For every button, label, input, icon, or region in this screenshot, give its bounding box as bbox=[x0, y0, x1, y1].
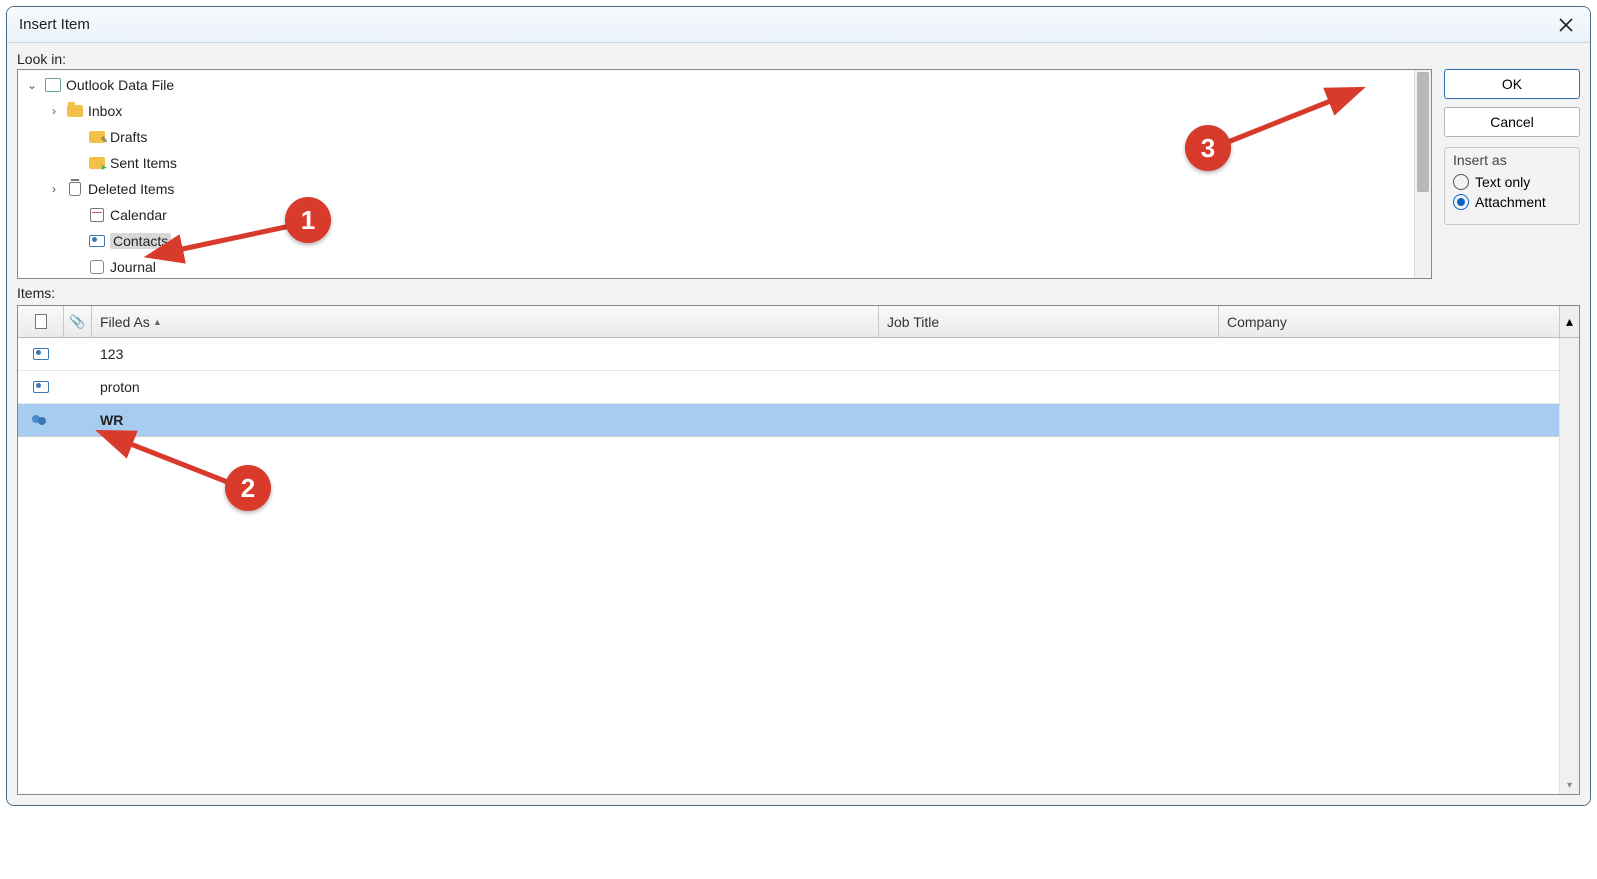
tree-item-calendar[interactable]: Calendar bbox=[18, 202, 1431, 228]
tree-item-label: Inbox bbox=[88, 103, 122, 119]
group-icon bbox=[18, 413, 64, 427]
col-icon[interactable] bbox=[18, 306, 64, 337]
tree-item-journal[interactable]: Journal bbox=[18, 254, 1431, 279]
top-row: ⌄ Outlook Data File › Inbox Drafts bbox=[17, 69, 1580, 279]
scroll-up-icon[interactable]: ▴ bbox=[1559, 306, 1579, 337]
cancel-button[interactable]: Cancel bbox=[1444, 107, 1580, 137]
col-header-label: Filed As bbox=[100, 314, 150, 330]
items-label: Items: bbox=[17, 285, 1580, 301]
cell-filed-as: 123 bbox=[92, 346, 879, 362]
chevron-right-icon[interactable]: › bbox=[46, 182, 62, 196]
dialog-title: Insert Item bbox=[19, 16, 90, 33]
datafile-icon bbox=[44, 76, 62, 94]
look-in-label: Look in: bbox=[17, 51, 1580, 67]
tree-root[interactable]: ⌄ Outlook Data File bbox=[18, 72, 1431, 98]
scroll-down-icon[interactable]: ▾ bbox=[1560, 776, 1579, 794]
col-company[interactable]: Company bbox=[1219, 306, 1559, 337]
chevron-down-icon[interactable]: ⌄ bbox=[24, 78, 40, 92]
sort-asc-icon: ▲ bbox=[153, 317, 162, 327]
annotation-badge-3: 3 bbox=[1185, 125, 1231, 171]
annotation-badge-1: 1 bbox=[285, 197, 331, 243]
page-icon bbox=[35, 314, 47, 329]
grid-row[interactable]: proton bbox=[18, 371, 1579, 404]
tree-scrollbar[interactable] bbox=[1414, 70, 1431, 278]
cell-filed-as: proton bbox=[92, 379, 879, 395]
calendar-icon bbox=[88, 206, 106, 224]
tree-item-label: Drafts bbox=[110, 129, 147, 145]
radio-attachment[interactable]: Attachment bbox=[1453, 194, 1571, 210]
tree-item-inbox[interactable]: › Inbox bbox=[18, 98, 1431, 124]
tree-item-label: Calendar bbox=[110, 207, 167, 223]
folder-icon bbox=[66, 102, 84, 120]
col-header-label: Company bbox=[1227, 314, 1287, 330]
tree-root-label: Outlook Data File bbox=[66, 77, 174, 93]
insert-as-title: Insert as bbox=[1453, 152, 1571, 168]
contact-icon bbox=[18, 348, 64, 360]
journal-icon bbox=[88, 258, 106, 276]
trash-icon bbox=[66, 180, 84, 198]
drafts-icon bbox=[88, 128, 106, 146]
paperclip-icon: 📎 bbox=[69, 314, 85, 330]
radio-icon bbox=[1453, 194, 1469, 210]
contacts-icon bbox=[88, 232, 106, 250]
tree-item-label: Journal bbox=[110, 259, 156, 275]
chevron-right-icon[interactable]: › bbox=[46, 104, 62, 118]
grid-header: 📎 Filed As ▲ Job Title Company ▴ bbox=[18, 306, 1579, 338]
grid-row-selected[interactable]: WR bbox=[18, 404, 1579, 437]
titlebar: Insert Item bbox=[7, 7, 1590, 43]
grid-scrollbar[interactable]: ▾ bbox=[1559, 338, 1579, 794]
dialog-body: Look in: ⌄ Outlook Data File › Inbox bbox=[7, 43, 1590, 805]
radio-label: Attachment bbox=[1475, 194, 1546, 210]
side-panel: OK Cancel Insert as Text only Attachment bbox=[1444, 69, 1580, 225]
radio-text-only[interactable]: Text only bbox=[1453, 174, 1571, 190]
contact-icon bbox=[18, 381, 64, 393]
tree-item-label: Contacts bbox=[110, 233, 171, 249]
col-job-title[interactable]: Job Title bbox=[879, 306, 1219, 337]
tree-item-label: Deleted Items bbox=[88, 181, 174, 197]
insert-item-dialog: Insert Item Look in: ⌄ Outlook Data File… bbox=[6, 6, 1591, 806]
col-filed-as[interactable]: Filed As ▲ bbox=[92, 306, 879, 337]
close-icon bbox=[1559, 18, 1573, 32]
tree-item-label: Sent Items bbox=[110, 155, 177, 171]
col-attachment[interactable]: 📎 bbox=[64, 306, 92, 337]
tree-item-deleted[interactable]: › Deleted Items bbox=[18, 176, 1431, 202]
items-grid: 📎 Filed As ▲ Job Title Company ▴ bbox=[17, 305, 1580, 795]
tree-inner: ⌄ Outlook Data File › Inbox Drafts bbox=[18, 70, 1431, 279]
sent-icon bbox=[88, 154, 106, 172]
grid-row[interactable]: 123 bbox=[18, 338, 1579, 371]
radio-icon bbox=[1453, 174, 1469, 190]
ok-button[interactable]: OK bbox=[1444, 69, 1580, 99]
scrollbar-thumb[interactable] bbox=[1417, 72, 1429, 192]
cell-filed-as: WR bbox=[92, 412, 879, 428]
tree-item-contacts[interactable]: Contacts bbox=[18, 228, 1431, 254]
annotation-badge-2: 2 bbox=[225, 465, 271, 511]
close-button[interactable] bbox=[1552, 11, 1580, 39]
folder-tree[interactable]: ⌄ Outlook Data File › Inbox Drafts bbox=[17, 69, 1432, 279]
col-header-label: Job Title bbox=[887, 314, 939, 330]
radio-label: Text only bbox=[1475, 174, 1530, 190]
insert-as-group: Insert as Text only Attachment bbox=[1444, 147, 1580, 225]
grid-body: 123 proton WR bbox=[18, 338, 1579, 794]
